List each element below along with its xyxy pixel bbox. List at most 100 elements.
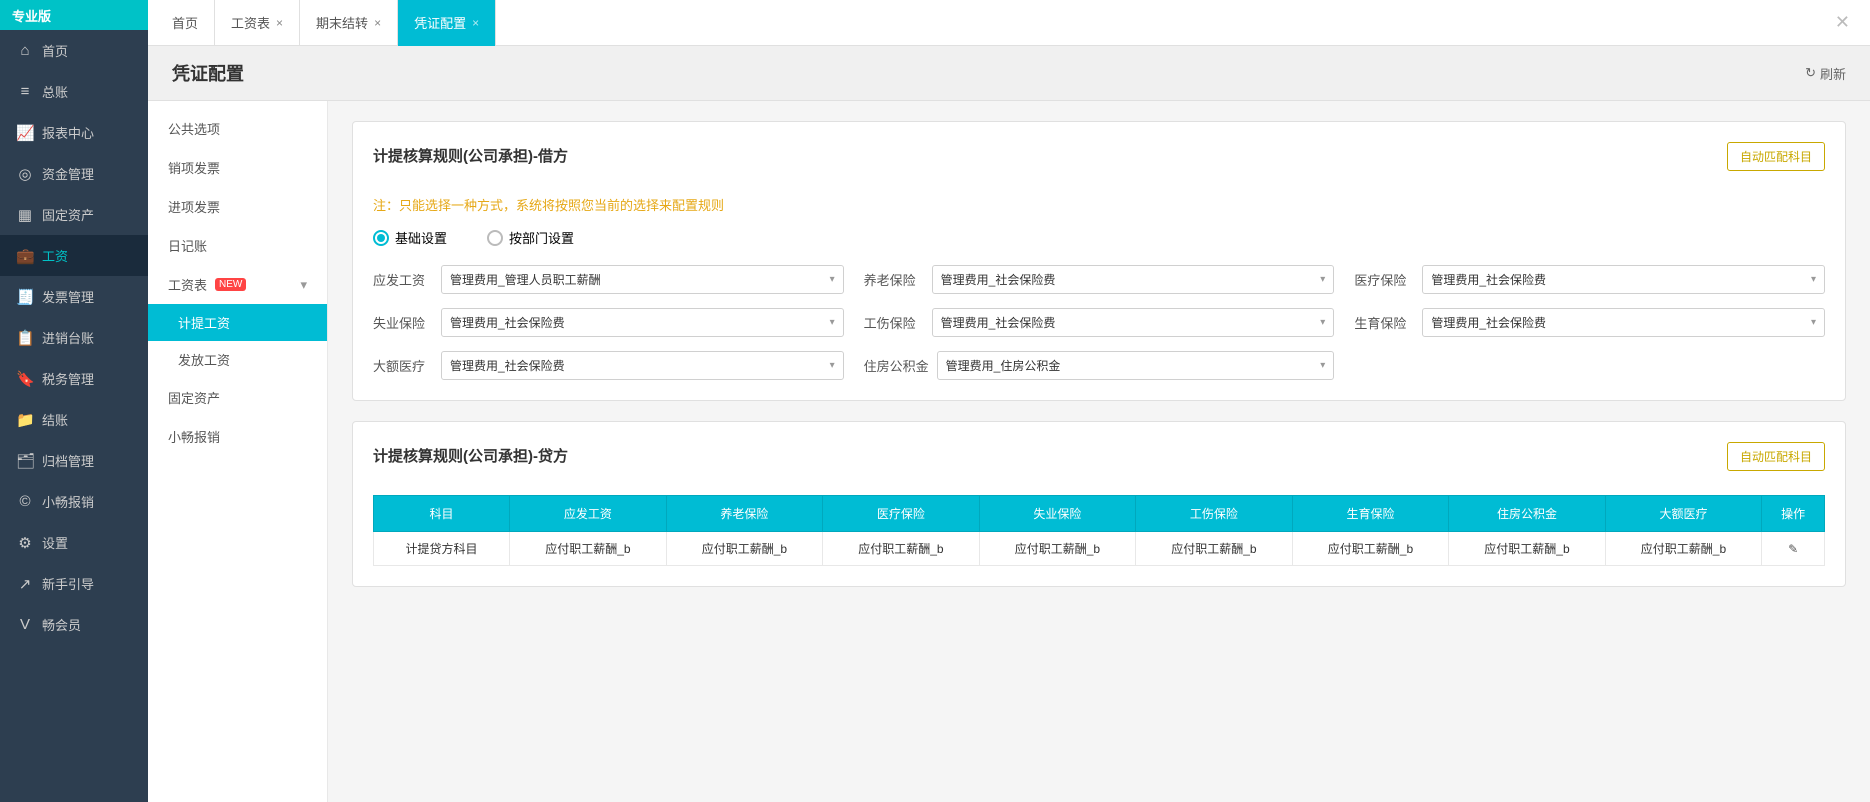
debit-section: 计提核算规则(公司承担)-借方 自动匹配科目 注：只能选择一种方式，系统将按照您… bbox=[352, 121, 1846, 401]
field-wages-value: 管理费用_管理人员职工薪酬 bbox=[450, 271, 601, 288]
field-wages-select[interactable]: 管理费用_管理人员职工薪酬 ▾ bbox=[441, 265, 844, 294]
sidebar-item-tax[interactable]: 🔖 税务管理 bbox=[0, 358, 148, 399]
sidebar-item-vip[interactable]: V 畅会员 bbox=[0, 604, 148, 645]
field-housing-fund-label: 住房公积金 bbox=[864, 356, 929, 375]
menu-xiaochang-expense[interactable]: 小畅报销 bbox=[148, 417, 327, 456]
col-wages: 应发工资 bbox=[510, 496, 667, 532]
sidebar-item-label: 小畅报销 bbox=[42, 492, 94, 511]
page-title: 凭证配置 bbox=[172, 60, 244, 86]
menu-sales-invoice[interactable]: 销项发票 bbox=[148, 148, 327, 187]
vip-icon: V bbox=[16, 616, 34, 633]
sidebar-item-assets[interactable]: ▦ 固定资产 bbox=[0, 194, 148, 235]
right-content: 计提核算规则(公司承担)-借方 自动匹配科目 注：只能选择一种方式，系统将按照您… bbox=[328, 101, 1870, 802]
sidebar-item-funds[interactable]: ◎ 资金管理 bbox=[0, 153, 148, 194]
cell-major-medical: 应付职工薪酬_b bbox=[1605, 532, 1762, 566]
field-medical-select[interactable]: 管理费用_社会保险费 ▾ bbox=[1422, 265, 1825, 294]
archive-icon: 🗂 bbox=[16, 452, 34, 470]
app-title: 专业版 bbox=[0, 0, 148, 30]
radio-basic-circle bbox=[373, 230, 389, 246]
tab-period-close-btn[interactable]: × bbox=[374, 16, 381, 30]
credit-table: 科目 应发工资 养老保险 医疗保险 失业保险 工伤保险 生育保险 住房公积金 大… bbox=[373, 495, 1825, 566]
cell-action[interactable]: ✎ bbox=[1762, 532, 1825, 566]
menu-salary-table[interactable]: 工资表 NEW ▾ bbox=[148, 265, 327, 304]
radio-department[interactable]: 按部门设置 bbox=[487, 228, 574, 247]
sidebar-item-label: 发票管理 bbox=[42, 287, 94, 306]
credit-section-header: 计提核算规则(公司承担)-贷方 自动匹配科目 bbox=[373, 442, 1825, 481]
main-area: 首页 工资表 × 期末结转 × 凭证配置 × ✕ 凭证配置 ↻ 刷新 公共选项 bbox=[148, 0, 1870, 802]
radio-basic[interactable]: 基础设置 bbox=[373, 228, 447, 247]
tab-salary-table[interactable]: 工资表 × bbox=[215, 0, 300, 46]
sidebar-item-label: 资金管理 bbox=[42, 164, 94, 183]
sidebar-item-salary[interactable]: 💼 工资 bbox=[0, 235, 148, 276]
menu-pay-salary[interactable]: 发放工资 bbox=[148, 341, 327, 378]
content-area: 公共选项 销项发票 进项发票 日记账 工资表 NEW ▾ 计提工资 bbox=[148, 101, 1870, 802]
sidebar-item-guide[interactable]: ↗ 新手引导 bbox=[0, 563, 148, 604]
salary-icon: 💼 bbox=[16, 247, 34, 265]
field-pension-select[interactable]: 管理费用_社会保险费 ▾ bbox=[932, 265, 1335, 294]
sidebar-item-stockbook[interactable]: 📋 进销台账 bbox=[0, 317, 148, 358]
chevron-down-icon: ▾ bbox=[830, 274, 835, 285]
chevron-down-icon: ▾ bbox=[1320, 360, 1325, 371]
edit-icon[interactable]: ✎ bbox=[1788, 542, 1798, 556]
sidebar-item-label: 进销台账 bbox=[42, 328, 94, 347]
field-medical-label: 医疗保险 bbox=[1354, 270, 1414, 289]
sidebar-item-closing[interactable]: 📁 结账 bbox=[0, 399, 148, 440]
chevron-down-icon: ▾ bbox=[830, 360, 835, 371]
chevron-down-icon: ▾ bbox=[300, 277, 307, 293]
debit-auto-match-button[interactable]: 自动匹配科目 bbox=[1727, 142, 1825, 171]
field-injury-select[interactable]: 管理费用_社会保险费 ▾ bbox=[932, 308, 1335, 337]
menu-fixed-assets[interactable]: 固定资产 bbox=[148, 378, 327, 417]
tab-voucher-close[interactable]: × bbox=[472, 16, 479, 30]
sidebar-item-settings[interactable]: ⚙ 设置 bbox=[0, 522, 148, 563]
field-housing-fund-select[interactable]: 管理费用_住房公积金 ▾ bbox=[937, 351, 1335, 380]
field-major-medical-value: 管理费用_社会保险费 bbox=[450, 357, 565, 374]
sidebar-item-ledger[interactable]: ≡ 总账 bbox=[0, 71, 148, 112]
sidebar-item-label: 畅会员 bbox=[42, 615, 81, 634]
sidebar-item-label: 设置 bbox=[42, 533, 68, 552]
field-injury-value: 管理费用_社会保险费 bbox=[941, 314, 1056, 331]
sidebar-item-reports[interactable]: 📈 报表中心 bbox=[0, 112, 148, 153]
stockbook-icon: 📋 bbox=[16, 329, 34, 347]
menu-calc-salary[interactable]: 计提工资 bbox=[148, 304, 327, 341]
sidebar-item-archive[interactable]: 🗂 归档管理 bbox=[0, 440, 148, 481]
field-housing-fund: 住房公积金 管理费用_住房公积金 ▾ bbox=[864, 351, 1335, 380]
col-subject: 科目 bbox=[374, 496, 510, 532]
tab-home[interactable]: 首页 bbox=[156, 0, 215, 46]
field-major-medical-label: 大额医疗 bbox=[373, 356, 433, 375]
menu-purchase-invoice[interactable]: 进项发票 bbox=[148, 187, 327, 226]
radio-group: 基础设置 按部门设置 bbox=[373, 228, 1825, 247]
menu-public-options[interactable]: 公共选项 bbox=[148, 109, 327, 148]
menu-journal[interactable]: 日记账 bbox=[148, 226, 327, 265]
sidebar-item-home[interactable]: ⌂ 首页 bbox=[0, 30, 148, 71]
credit-section-title: 计提核算规则(公司承担)-贷方 bbox=[373, 445, 568, 466]
credit-section: 计提核算规则(公司承担)-贷方 自动匹配科目 科目 应发工资 养老保险 医疗保险… bbox=[352, 421, 1846, 587]
tab-salary-close[interactable]: × bbox=[276, 16, 283, 30]
field-wages: 应发工资 管理费用_管理人员职工薪酬 ▾ bbox=[373, 265, 844, 294]
sidebar-item-invoice[interactable]: 🧾 发票管理 bbox=[0, 276, 148, 317]
sidebar-item-label: 税务管理 bbox=[42, 369, 94, 388]
radio-basic-label: 基础设置 bbox=[395, 228, 447, 247]
col-maternity: 生育保险 bbox=[1292, 496, 1449, 532]
field-maternity-select[interactable]: 管理费用_社会保险费 ▾ bbox=[1422, 308, 1825, 337]
tab-voucher-config[interactable]: 凭证配置 × bbox=[398, 0, 496, 46]
cell-wages: 应付职工薪酬_b bbox=[510, 532, 667, 566]
sidebar-item-xiaochang[interactable]: © 小畅报销 bbox=[0, 481, 148, 522]
cell-maternity: 应付职工薪酬_b bbox=[1292, 532, 1449, 566]
sidebar-item-label: 结账 bbox=[42, 410, 68, 429]
closing-icon: 📁 bbox=[16, 411, 34, 429]
radio-department-label: 按部门设置 bbox=[509, 228, 574, 247]
cell-unemployment: 应付职工薪酬_b bbox=[979, 532, 1136, 566]
field-unemployment-select[interactable]: 管理费用_社会保险费 ▾ bbox=[441, 308, 844, 337]
col-housing: 住房公积金 bbox=[1449, 496, 1606, 532]
tab-period-close[interactable]: 期末结转 × bbox=[300, 0, 398, 46]
field-wages-label: 应发工资 bbox=[373, 270, 433, 289]
col-unemployment: 失业保险 bbox=[979, 496, 1136, 532]
tab-home-label: 首页 bbox=[172, 13, 198, 32]
cell-pension: 应付职工薪酬_b bbox=[666, 532, 823, 566]
refresh-button[interactable]: ↻ 刷新 bbox=[1805, 64, 1846, 83]
credit-auto-match-button[interactable]: 自动匹配科目 bbox=[1727, 442, 1825, 471]
new-badge: NEW bbox=[215, 278, 246, 291]
debit-section-header: 计提核算规则(公司承担)-借方 自动匹配科目 bbox=[373, 142, 1825, 181]
field-major-medical-select[interactable]: 管理费用_社会保险费 ▾ bbox=[441, 351, 844, 380]
close-window-button[interactable]: ✕ bbox=[1823, 12, 1862, 33]
